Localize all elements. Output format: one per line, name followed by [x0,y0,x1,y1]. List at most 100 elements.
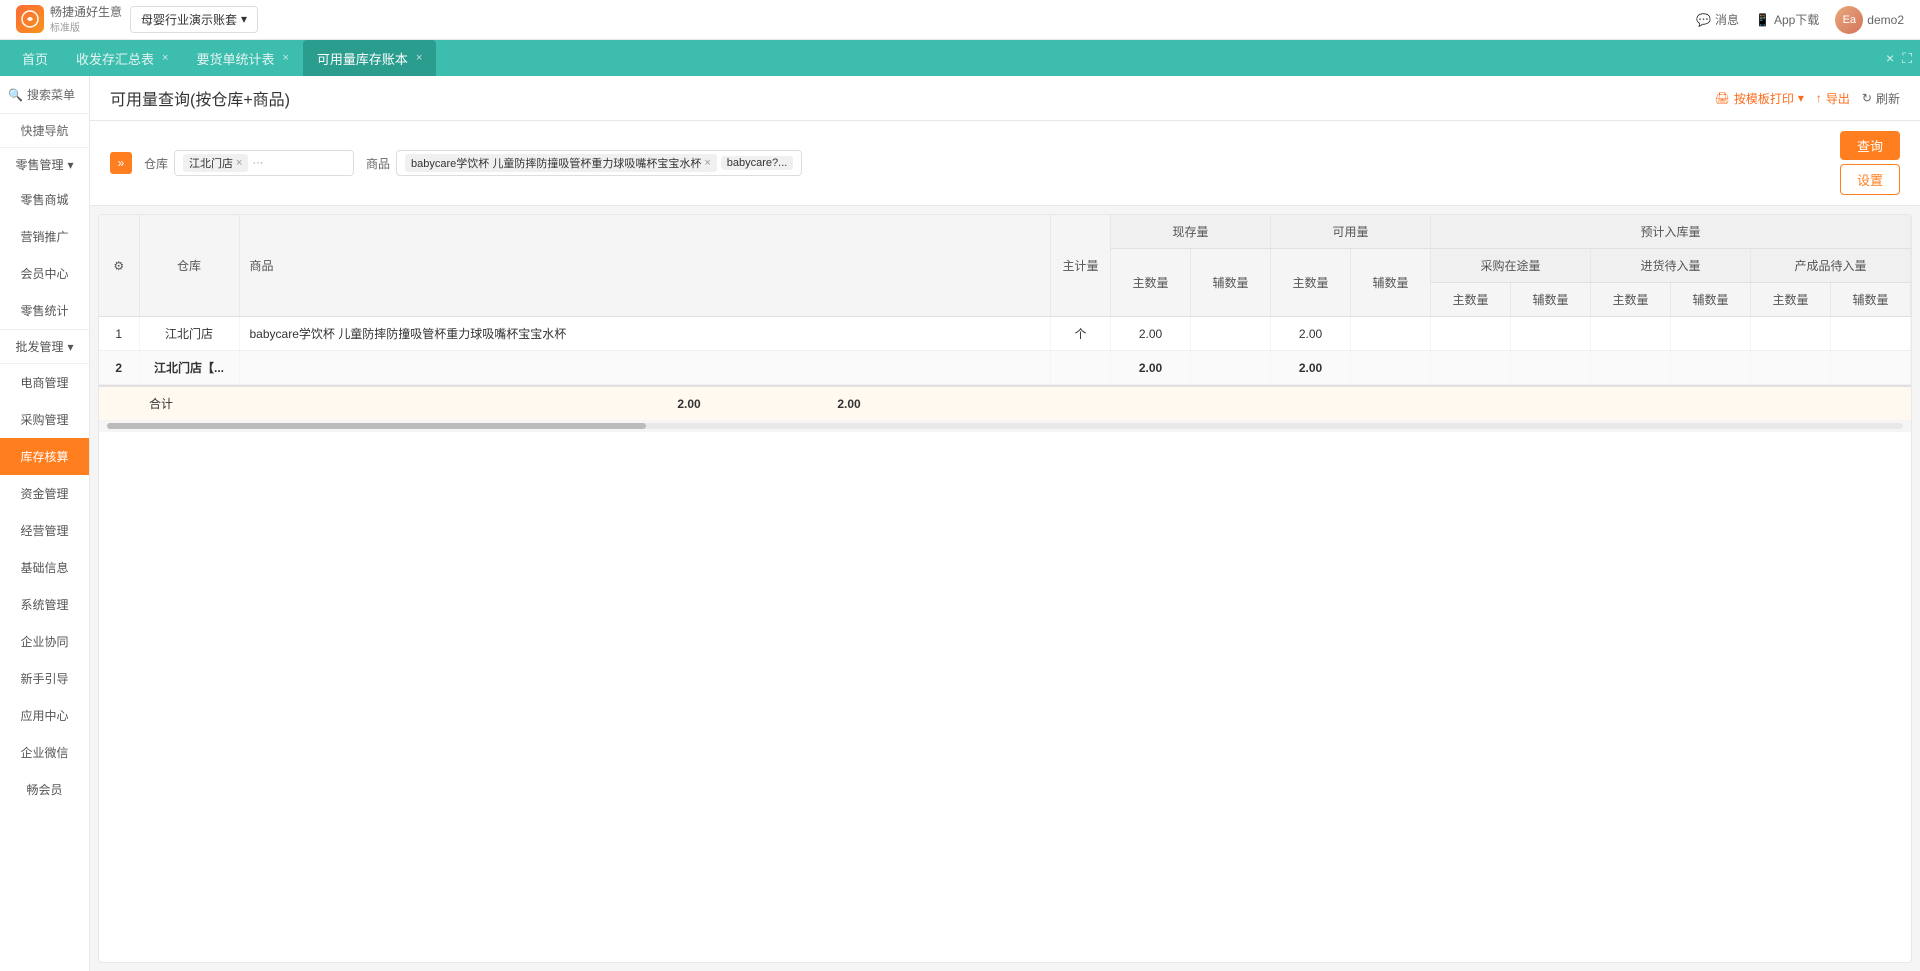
sidebar-item-retail-mall[interactable]: 零售商城 [0,181,89,218]
member-label: 畅会员 [26,781,62,798]
footer-avail-main: 2.00 [809,397,889,411]
td-avail-aux [1351,351,1431,385]
logo-text: 畅捷通好生意 [50,5,122,19]
user-area[interactable]: Ea demo2 [1835,6,1904,34]
enterprise-label: 企业协同 [20,633,68,650]
warehouse-tag-close[interactable] [236,157,242,169]
tab-receive-summary-close[interactable] [162,52,168,64]
purchase-label: 采购管理 [20,411,68,428]
tab-receive-summary[interactable]: 收发存汇总表 [62,40,182,76]
app-icon: 📱 [1755,13,1770,27]
th-purchase-aux: 辅数量 [1511,283,1591,317]
inventory-label: 库存核算 [20,448,68,465]
sidebar-item-wechat[interactable]: 企业微信 [0,734,89,771]
expand-filter-btn[interactable]: » [110,152,132,174]
close-all-tabs-icon[interactable] [1886,50,1894,66]
td-warehouse: 江北门店 [139,317,239,351]
td-stock-aux [1191,351,1271,385]
chevron-down-icon [241,12,247,26]
sidebar-item-guide[interactable]: 新手引导 [0,660,89,697]
product-filter: 商品 babycare学饮杯 儿童防摔防撞吸管杯重力球吸嘴杯宝宝水杯 babyc… [366,150,802,176]
retail-label: 零售管理 [15,156,63,173]
sidebar-section-retail: 零售管理 零售商城 营销推广 会员中心 零售统计 [0,148,89,330]
product-input[interactable]: babycare学饮杯 儿童防摔防撞吸管杯重力球吸嘴杯宝宝水杯 babycare… [396,150,802,176]
sidebar-item-basic[interactable]: 基础信息 [0,549,89,586]
gear-icon[interactable] [113,259,124,273]
tab-available-ledger-close[interactable] [416,52,422,64]
sidebar-item-enterprise[interactable]: 企业协同 [0,623,89,660]
header-left: 畅捷通好生意 标准版 母婴行业演示账套 [16,5,258,34]
sidebar-item-finance[interactable]: 资金管理 [0,475,89,512]
retail-mall-label: 零售商城 [20,191,68,208]
th-warehouse: 仓库 [139,215,239,317]
scroll-thumb[interactable] [107,423,646,429]
sidebar-item-system[interactable]: 系统管理 [0,586,89,623]
sidebar-retail-header[interactable]: 零售管理 [0,148,89,181]
table-row: 2 江北门店【... 2.00 2.00 [99,351,1911,385]
sidebar-item-retail-stats[interactable]: 零售统计 [0,292,89,329]
td-product-aux [1831,317,1911,351]
export-label: 导出 [1826,90,1850,107]
warehouse-input[interactable]: 江北门店 [174,150,354,176]
query-button[interactable]: 查询 [1840,131,1900,160]
td-purchase-main [1431,317,1511,351]
td-avail-main: 2.00 [1271,317,1351,351]
tab-available-ledger[interactable]: 可用量库存账本 [303,40,436,76]
app-download-btn[interactable]: 📱 App下载 [1755,11,1819,28]
sidebar-item-apps[interactable]: 应用中心 [0,697,89,734]
warehouse-label: 仓库 [144,155,168,172]
sidebar-item-members[interactable]: 会员中心 [0,255,89,292]
th-product-in: 产成品待入量 [1751,249,1911,283]
sidebar-item-operations[interactable]: 经营管理 [0,512,89,549]
tab-order-summary-close[interactable] [282,52,288,64]
store-selector[interactable]: 母婴行业演示账套 [130,6,258,33]
warehouse-more-icon[interactable] [252,157,263,169]
maximize-icon[interactable]: ⛶ [1902,50,1912,67]
logo-sub: 标准版 [50,19,122,34]
td-no: 1 [99,317,139,351]
page-title-bar: 可用量查询(按仓库+商品) 🖨 按模板打印 ↑ 导出 ↻ 刷新 [90,76,1920,121]
guide-label: 新手引导 [20,670,68,687]
td-no: 2 [99,351,139,385]
sidebar-wholesale-header[interactable]: 批发管理 [0,330,89,363]
td-product-main [1751,351,1831,385]
refresh-btn[interactable]: ↻ 刷新 [1862,90,1900,107]
sidebar-item-inventory[interactable]: 库存核算 [0,438,89,475]
sidebar-item-member[interactable]: 畅会员 [0,771,89,808]
product-tag-1: babycare?... [721,156,794,170]
export-icon: ↑ [1816,91,1822,105]
footer-stock-main: 2.00 [649,397,729,411]
th-avail-main: 主数量 [1271,249,1351,317]
product-tag-0-close[interactable] [704,157,710,169]
page-title: 可用量查询(按仓库+商品) [110,86,290,110]
sidebar-item-purchase[interactable]: 采购管理 [0,401,89,438]
sidebar-search[interactable]: 🔍 搜索菜单 [0,76,89,114]
tab-receive-summary-label: 收发存汇总表 [76,49,154,68]
print-icon: 🖨 [1715,91,1730,105]
tab-order-summary[interactable]: 要货单统计表 [182,40,302,76]
scroll-track [107,423,1903,429]
td-product-main [1751,317,1831,351]
tab-home[interactable]: 首页 [8,40,62,76]
ecommerce-label: 电商管理 [20,374,68,391]
td-stock-aux [1191,317,1271,351]
sidebar-quick-nav[interactable]: 快捷导航 [0,114,89,148]
table-row: 1 江北门店 babycare学饮杯 儿童防摔防撞吸管杯重力球吸嘴杯宝宝水杯 个… [99,317,1911,351]
table-container: 仓库 商品 主计量 现存量 可用量 预计入库量 主数量 辅数量 主数量 辅数量 … [98,214,1912,963]
td-goods-main [1591,317,1671,351]
retail-stats-label: 零售统计 [20,302,68,319]
filter-action-buttons: 查询 设置 [1840,131,1900,195]
logo-text-area: 畅捷通好生意 标准版 [50,5,122,34]
settings-button[interactable]: 设置 [1840,164,1900,195]
export-btn[interactable]: ↑ 导出 [1816,90,1850,107]
horizontal-scrollbar[interactable] [99,420,1911,432]
quick-nav-label: 快捷导航 [20,124,68,138]
print-btn[interactable]: 🖨 按模板打印 [1715,90,1804,107]
sidebar-item-marketing[interactable]: 营销推广 [0,218,89,255]
th-stock-aux: 辅数量 [1191,249,1271,317]
sidebar-item-ecommerce[interactable]: 电商管理 [0,364,89,401]
td-avail-aux [1351,317,1431,351]
filter-area: » 仓库 江北门店 商品 babycare学饮杯 儿童防摔防撞吸管杯重力球吸嘴杯… [90,121,1920,206]
message-btn[interactable]: 💬 消息 [1696,11,1739,28]
th-purchase-in: 采购在途量 [1431,249,1591,283]
